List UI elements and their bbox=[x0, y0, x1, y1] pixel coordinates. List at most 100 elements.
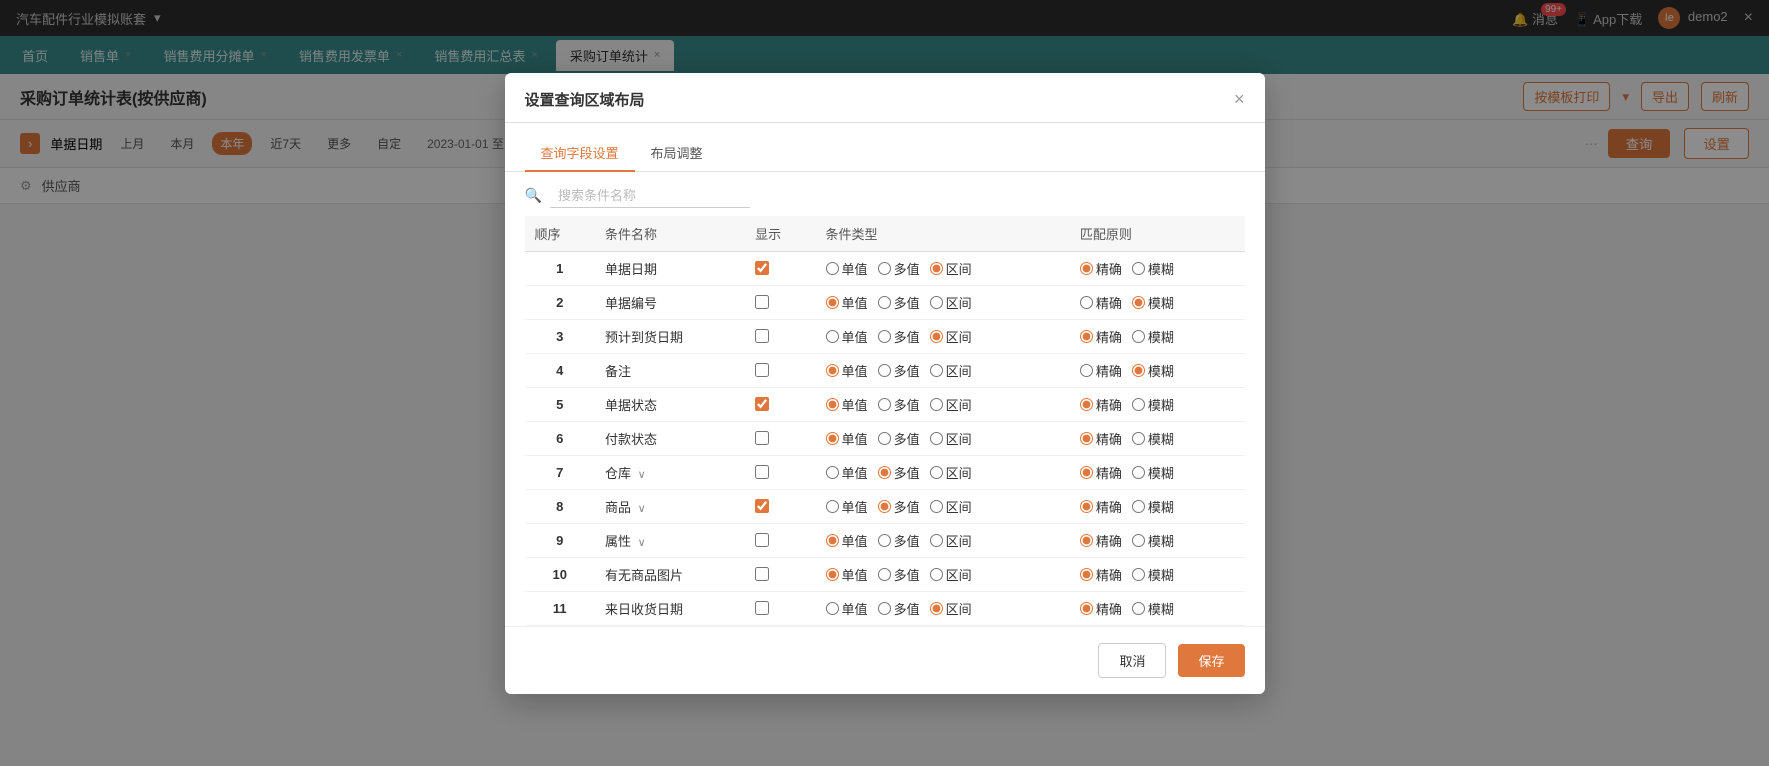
row-match-0[interactable]: 精确模糊 bbox=[1070, 251, 1245, 285]
display-checkbox-8[interactable] bbox=[755, 533, 769, 547]
type-radio-单值-9[interactable]: 单值 bbox=[826, 565, 868, 584]
match-radio-模糊-5[interactable]: 模糊 bbox=[1132, 429, 1174, 448]
row-type-8[interactable]: 单值多值区间 bbox=[816, 523, 1070, 557]
type-radio-区间-3[interactable]: 区间 bbox=[930, 361, 972, 380]
match-radio-精确-8[interactable]: 精确 bbox=[1080, 531, 1122, 550]
type-radio-区间-5[interactable]: 区间 bbox=[930, 429, 972, 448]
match-radio-模糊-8[interactable]: 模糊 bbox=[1132, 531, 1174, 550]
match-radio-精确-2[interactable]: 精确 bbox=[1080, 327, 1122, 346]
match-radio-模糊-6[interactable]: 模糊 bbox=[1132, 463, 1174, 482]
type-radio-多值-7[interactable]: 多值 bbox=[878, 497, 920, 516]
dialog-close-button[interactable]: × bbox=[1234, 89, 1245, 110]
row-match-8[interactable]: 精确模糊 bbox=[1070, 523, 1245, 557]
row-type-0[interactable]: 单值多值区间 bbox=[816, 251, 1070, 285]
type-radio-区间-0[interactable]: 区间 bbox=[930, 259, 972, 278]
type-radio-多值-1[interactable]: 多值 bbox=[878, 293, 920, 312]
match-radio-精确-1[interactable]: 精确 bbox=[1080, 293, 1122, 312]
row-display-0[interactable] bbox=[745, 251, 815, 285]
row-type-1[interactable]: 单值多值区间 bbox=[816, 285, 1070, 319]
search-input[interactable] bbox=[550, 184, 750, 208]
row-type-3[interactable]: 单值多值区间 bbox=[816, 353, 1070, 387]
type-radio-多值-3[interactable]: 多值 bbox=[878, 361, 920, 380]
match-radio-模糊-10[interactable]: 模糊 bbox=[1132, 599, 1174, 618]
match-radio-精确-7[interactable]: 精确 bbox=[1080, 497, 1122, 516]
type-radio-区间-8[interactable]: 区间 bbox=[930, 531, 972, 550]
row-display-7[interactable] bbox=[745, 489, 815, 523]
type-radio-单值-5[interactable]: 单值 bbox=[826, 429, 868, 448]
row-display-2[interactable] bbox=[745, 319, 815, 353]
type-radio-区间-7[interactable]: 区间 bbox=[930, 497, 972, 516]
row-type-4[interactable]: 单值多值区间 bbox=[816, 387, 1070, 421]
display-checkbox-3[interactable] bbox=[755, 363, 769, 377]
type-radio-区间-10[interactable]: 区间 bbox=[930, 599, 972, 618]
type-radio-多值-2[interactable]: 多值 bbox=[878, 327, 920, 346]
row-display-1[interactable] bbox=[745, 285, 815, 319]
display-checkbox-4[interactable] bbox=[755, 397, 769, 411]
type-radio-多值-5[interactable]: 多值 bbox=[878, 429, 920, 448]
match-radio-模糊-4[interactable]: 模糊 bbox=[1132, 395, 1174, 414]
row-display-9[interactable] bbox=[745, 557, 815, 591]
save-button[interactable]: 保存 bbox=[1178, 644, 1244, 677]
type-radio-单值-1[interactable]: 单值 bbox=[826, 293, 868, 312]
row-type-2[interactable]: 单值多值区间 bbox=[816, 319, 1070, 353]
type-radio-区间-9[interactable]: 区间 bbox=[930, 565, 972, 584]
type-radio-区间-4[interactable]: 区间 bbox=[930, 395, 972, 414]
row-type-7[interactable]: 单值多值区间 bbox=[816, 489, 1070, 523]
type-radio-单值-6[interactable]: 单值 bbox=[826, 463, 868, 482]
display-checkbox-2[interactable] bbox=[755, 329, 769, 343]
match-radio-精确-6[interactable]: 精确 bbox=[1080, 463, 1122, 482]
display-checkbox-10[interactable] bbox=[755, 601, 769, 615]
type-radio-区间-6[interactable]: 区间 bbox=[930, 463, 972, 482]
display-checkbox-6[interactable] bbox=[755, 465, 769, 479]
display-checkbox-1[interactable] bbox=[755, 295, 769, 309]
row-match-2[interactable]: 精确模糊 bbox=[1070, 319, 1245, 353]
type-radio-多值-4[interactable]: 多值 bbox=[878, 395, 920, 414]
row-match-10[interactable]: 精确模糊 bbox=[1070, 591, 1245, 625]
type-radio-多值-6[interactable]: 多值 bbox=[878, 463, 920, 482]
display-checkbox-0[interactable] bbox=[755, 261, 769, 275]
match-radio-精确-5[interactable]: 精确 bbox=[1080, 429, 1122, 448]
match-radio-模糊-3[interactable]: 模糊 bbox=[1132, 361, 1174, 380]
type-radio-区间-2[interactable]: 区间 bbox=[930, 327, 972, 346]
type-radio-单值-4[interactable]: 单值 bbox=[826, 395, 868, 414]
cancel-button[interactable]: 取消 bbox=[1098, 643, 1166, 678]
match-radio-模糊-0[interactable]: 模糊 bbox=[1132, 259, 1174, 278]
match-radio-模糊-1[interactable]: 模糊 bbox=[1132, 293, 1174, 312]
match-radio-精确-10[interactable]: 精确 bbox=[1080, 599, 1122, 618]
row-match-3[interactable]: 精确模糊 bbox=[1070, 353, 1245, 387]
match-radio-精确-0[interactable]: 精确 bbox=[1080, 259, 1122, 278]
dialog-tab-layout[interactable]: 布局调整 bbox=[635, 135, 719, 172]
row-type-10[interactable]: 单值多值区间 bbox=[816, 591, 1070, 625]
dialog-tab-fields[interactable]: 查询字段设置 bbox=[525, 135, 635, 172]
type-radio-单值-0[interactable]: 单值 bbox=[826, 259, 868, 278]
row-display-8[interactable] bbox=[745, 523, 815, 557]
row-display-5[interactable] bbox=[745, 421, 815, 455]
row-match-5[interactable]: 精确模糊 bbox=[1070, 421, 1245, 455]
type-radio-多值-0[interactable]: 多值 bbox=[878, 259, 920, 278]
match-radio-精确-9[interactable]: 精确 bbox=[1080, 565, 1122, 584]
display-checkbox-7[interactable] bbox=[755, 499, 769, 513]
row-match-6[interactable]: 精确模糊 bbox=[1070, 455, 1245, 489]
match-radio-精确-4[interactable]: 精确 bbox=[1080, 395, 1122, 414]
row-display-3[interactable] bbox=[745, 353, 815, 387]
type-radio-单值-10[interactable]: 单值 bbox=[826, 599, 868, 618]
type-radio-单值-7[interactable]: 单值 bbox=[826, 497, 868, 516]
type-radio-多值-9[interactable]: 多值 bbox=[878, 565, 920, 584]
type-radio-单值-8[interactable]: 单值 bbox=[826, 531, 868, 550]
type-radio-多值-8[interactable]: 多值 bbox=[878, 531, 920, 550]
row-display-4[interactable] bbox=[745, 387, 815, 421]
row-match-4[interactable]: 精确模糊 bbox=[1070, 387, 1245, 421]
match-radio-精确-3[interactable]: 精确 bbox=[1080, 361, 1122, 380]
row-match-9[interactable]: 精确模糊 bbox=[1070, 557, 1245, 591]
row-type-9[interactable]: 单值多值区间 bbox=[816, 557, 1070, 591]
type-radio-多值-10[interactable]: 多值 bbox=[878, 599, 920, 618]
row-match-7[interactable]: 精确模糊 bbox=[1070, 489, 1245, 523]
type-radio-单值-3[interactable]: 单值 bbox=[826, 361, 868, 380]
match-radio-模糊-2[interactable]: 模糊 bbox=[1132, 327, 1174, 346]
match-radio-模糊-7[interactable]: 模糊 bbox=[1132, 497, 1174, 516]
display-checkbox-5[interactable] bbox=[755, 431, 769, 445]
row-type-6[interactable]: 单值多值区间 bbox=[816, 455, 1070, 489]
row-type-5[interactable]: 单值多值区间 bbox=[816, 421, 1070, 455]
match-radio-模糊-9[interactable]: 模糊 bbox=[1132, 565, 1174, 584]
type-radio-单值-2[interactable]: 单值 bbox=[826, 327, 868, 346]
